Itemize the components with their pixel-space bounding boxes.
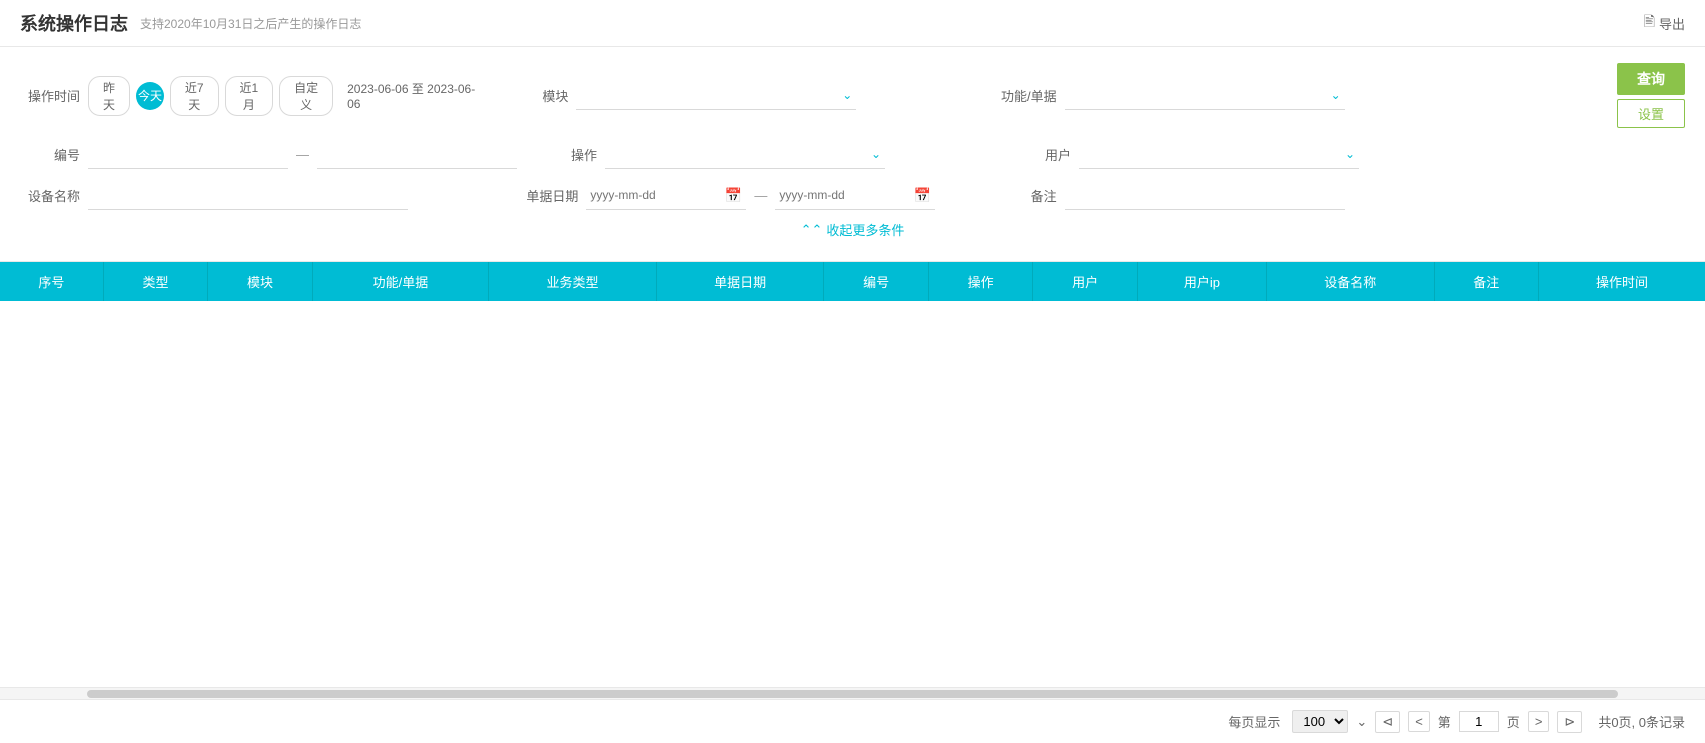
user-label: 用户: [1011, 145, 1071, 164]
function-select[interactable]: [1069, 83, 1331, 107]
page-number-input[interactable]: [1459, 711, 1499, 732]
module-select-wrap: ⌄: [576, 81, 856, 110]
time-filter-group: 操作时间 昨天 今天 近7天 近1月 自定义 2023-06-06 至 2023…: [20, 76, 488, 116]
col-biz-type: 业务类型: [489, 262, 657, 301]
page-suffix: 页: [1507, 712, 1520, 731]
per-page-arrow: ⌄: [1356, 714, 1367, 730]
query-button[interactable]: 查询: [1617, 63, 1685, 95]
operation-dropdown-icon: ⌄: [871, 147, 881, 161]
col-user: 用户: [1033, 262, 1137, 301]
table-header-row: 序号 类型 模块 功能/单据 业务类型 单据日期 编号 操作 用户 用户ip 设…: [0, 262, 1705, 301]
col-module: 模块: [208, 262, 312, 301]
prev-page-button[interactable]: <: [1408, 711, 1430, 732]
time-btn-custom[interactable]: 自定义: [279, 76, 333, 116]
col-remark: 备注: [1434, 262, 1538, 301]
last-page-button[interactable]: ⊳: [1557, 711, 1582, 733]
per-page-label: 每页显示: [1228, 712, 1280, 731]
remark-label: 备注: [997, 186, 1057, 205]
per-page-select[interactable]: 100 50 200: [1292, 710, 1348, 733]
col-op-time: 操作时间: [1539, 262, 1705, 301]
device-input[interactable]: [92, 183, 404, 207]
page-header: 系统操作日志 支持2020年10月31日之后产生的操作日志 🖹 导出: [0, 0, 1705, 47]
table-area: 序号 类型 模块 功能/单据 业务类型 单据日期 编号 操作 用户 用户ip 设…: [0, 262, 1705, 687]
time-label: 操作时间: [20, 86, 80, 105]
settings-button[interactable]: 设置: [1617, 99, 1685, 128]
doc-date-label: 单据日期: [508, 186, 578, 205]
col-function: 功能/单据: [312, 262, 488, 301]
function-label: 功能/单据: [997, 86, 1057, 105]
doc-date-from-wrap: 📅: [586, 181, 746, 210]
doc-date-from[interactable]: [590, 183, 725, 207]
function-dropdown-icon: ⌄: [1331, 88, 1341, 102]
page-label: 第: [1438, 712, 1451, 731]
module-label: 模块: [508, 86, 568, 105]
code-input-from[interactable]: [92, 142, 284, 166]
doc-date-to-wrap: 📅: [775, 181, 935, 210]
doc-date-to[interactable]: [779, 183, 914, 207]
time-range: 2023-06-06 至 2023-06-06: [347, 80, 488, 111]
scrollbar-thumb[interactable]: [87, 690, 1618, 698]
time-filters: 昨天 今天 近7天 近1月 自定义 2023-06-06 至 2023-06-0…: [88, 76, 488, 116]
operation-select-wrap: ⌄: [605, 140, 885, 169]
operation-label: 操作: [537, 145, 597, 164]
device-filter-group: 设备名称: [20, 181, 488, 210]
collapse-row: ⌃⌃ 收起更多条件: [20, 214, 1685, 245]
col-user-ip: 用户ip: [1137, 262, 1266, 301]
code-label: 编号: [20, 145, 80, 164]
user-filter-group: 用户 ⌄: [1011, 140, 1465, 169]
module-dropdown-icon: ⌄: [842, 88, 852, 102]
user-select[interactable]: [1083, 142, 1345, 166]
calendar-to-icon[interactable]: 📅: [914, 187, 931, 204]
filter-area: 操作时间 昨天 今天 近7天 近1月 自定义 2023-06-06 至 2023…: [0, 47, 1705, 262]
device-label: 设备名称: [20, 186, 80, 205]
remark-input-wrap: [1065, 181, 1345, 210]
doc-date-dash: —: [754, 188, 767, 203]
code-dash: —: [296, 147, 309, 162]
module-filter-group: 模块 ⌄: [508, 81, 976, 110]
col-doc-date: 单据日期: [656, 262, 824, 301]
export-button[interactable]: 🖹 导出: [1644, 11, 1685, 35]
export-icon: 🖹: [1644, 11, 1655, 35]
pagination-footer: 每页显示 100 50 200 ⌄ ⊲ < 第 页 > ⊳ 共0页, 0条记录: [0, 699, 1705, 743]
time-btn-today[interactable]: 今天: [136, 82, 164, 110]
col-type: 类型: [103, 262, 207, 301]
horizontal-scrollbar[interactable]: [0, 687, 1705, 699]
data-table: 序号 类型 模块 功能/单据 业务类型 单据日期 编号 操作 用户 用户ip 设…: [0, 262, 1705, 301]
page-subtitle: 支持2020年10月31日之后产生的操作日志: [140, 15, 361, 32]
user-dropdown-icon: ⌄: [1345, 147, 1355, 161]
action-buttons: 查询 设置: [1485, 63, 1685, 128]
device-input-wrap: [88, 181, 408, 210]
operation-select[interactable]: [609, 142, 871, 166]
total-info: 共0页, 0条记录: [1598, 712, 1685, 731]
remark-input[interactable]: [1069, 183, 1341, 207]
code-input-to-wrap: [317, 140, 517, 169]
time-btn-1month[interactable]: 近1月: [225, 76, 274, 116]
col-code: 编号: [824, 262, 928, 301]
next-page-button[interactable]: >: [1528, 711, 1550, 732]
code-input-from-wrap: [88, 140, 288, 169]
calendar-from-icon[interactable]: 📅: [725, 187, 742, 204]
col-index: 序号: [0, 262, 103, 301]
page-title: 系统操作日志: [20, 10, 128, 36]
first-page-button[interactable]: ⊲: [1375, 711, 1400, 733]
code-input-to[interactable]: [321, 142, 513, 166]
time-btn-7days[interactable]: 近7天: [170, 76, 219, 116]
col-operation: 操作: [928, 262, 1032, 301]
doc-date-filter-group: 单据日期 📅 — 📅: [508, 181, 976, 210]
user-select-wrap: ⌄: [1079, 140, 1359, 169]
code-filter-group: 编号 —: [20, 140, 517, 169]
collapse-button[interactable]: ⌃⌃ 收起更多条件: [801, 220, 905, 239]
function-select-wrap: ⌄: [1065, 81, 1345, 110]
module-select[interactable]: [580, 83, 842, 107]
time-btn-yesterday[interactable]: 昨天: [88, 76, 130, 116]
remark-filter-group: 备注: [997, 181, 1465, 210]
operation-filter-group: 操作 ⌄: [537, 140, 991, 169]
collapse-up-icon: ⌃⌃: [801, 222, 823, 238]
function-filter-group: 功能/单据 ⌄: [997, 81, 1465, 110]
col-device: 设备名称: [1266, 262, 1434, 301]
